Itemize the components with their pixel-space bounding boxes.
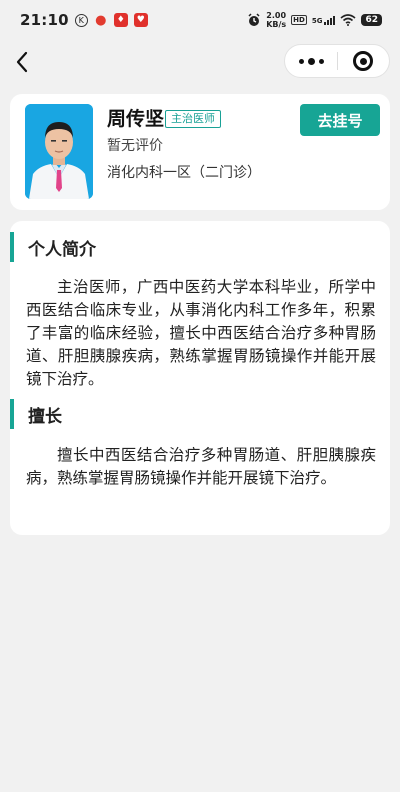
doctor-title-badge: 主治医师 [165,110,221,128]
intro-title: 个人简介 [28,239,96,260]
network-speed-unit: KB/s [266,20,287,29]
intro-text: 主治医师，广西中医药大学本科毕业，所学中西医结合临床专业，从事消化内科工作多年，… [26,278,376,388]
status-left: 21:10 K ● ♦ ♥ [20,11,148,29]
close-miniprogram-button[interactable] [338,44,389,78]
doctor-card: 周传坚 主治医师 暂无评价 消化内科一区（二门诊） 去挂号 [10,94,390,210]
doctor-name: 周传坚 [107,108,165,130]
status-time: 21:10 [20,11,69,29]
app-badge-icon: ♦ [113,13,128,27]
profile-card: 个人简介 主治医师，广西中医药大学本科毕业，所学中西医结合临床专业，从事消化内科… [10,221,390,535]
network-speed-value: 2.00 [266,11,287,20]
alarm-icon [248,13,260,26]
doctor-photo [25,104,93,199]
specialty-section-header: 擅长 [10,399,210,429]
more-dots-icon [298,58,304,64]
chevron-left-icon [16,51,28,73]
section-accent-bar [10,399,14,429]
hd-indicator: HD [291,15,307,25]
signal-icon: 5G [311,15,336,25]
section-accent-bar [10,232,14,262]
more-button[interactable] [285,44,337,78]
doctor-avatar [25,104,93,199]
mini-program-capsule [284,44,390,78]
status-right: 2.00 KB/s HD 5G 62 [247,11,382,29]
specialty-text: 擅长中西医结合治疗多种胃肠道、肝胆胰腺疾病，熟练掌握胃肠镜操作并能开展镜下治疗。 [26,446,376,487]
app-badge-icon: ♥ [133,13,148,27]
doctor-rating: 暂无评价 [107,138,163,154]
intro-section-header: 个人简介 [10,232,210,262]
battery-icon: 62 [361,14,382,26]
location-pin-icon: ● [95,12,107,28]
specialty-title: 擅长 [28,406,62,427]
status-bar: 21:10 K ● ♦ ♥ 2.00 KB/s HD 5G 62 [0,0,400,40]
nav-bar [0,40,400,84]
k-circle-icon: K [74,13,88,27]
back-button[interactable] [10,46,34,78]
doctor-department: 消化内科一区（二门诊） [107,165,261,181]
target-close-icon [353,51,374,71]
network-type: 5G [311,16,323,25]
wifi-icon [340,14,356,26]
network-speed: 2.00 KB/s [266,11,286,29]
register-button[interactable]: 去挂号 [300,104,380,136]
